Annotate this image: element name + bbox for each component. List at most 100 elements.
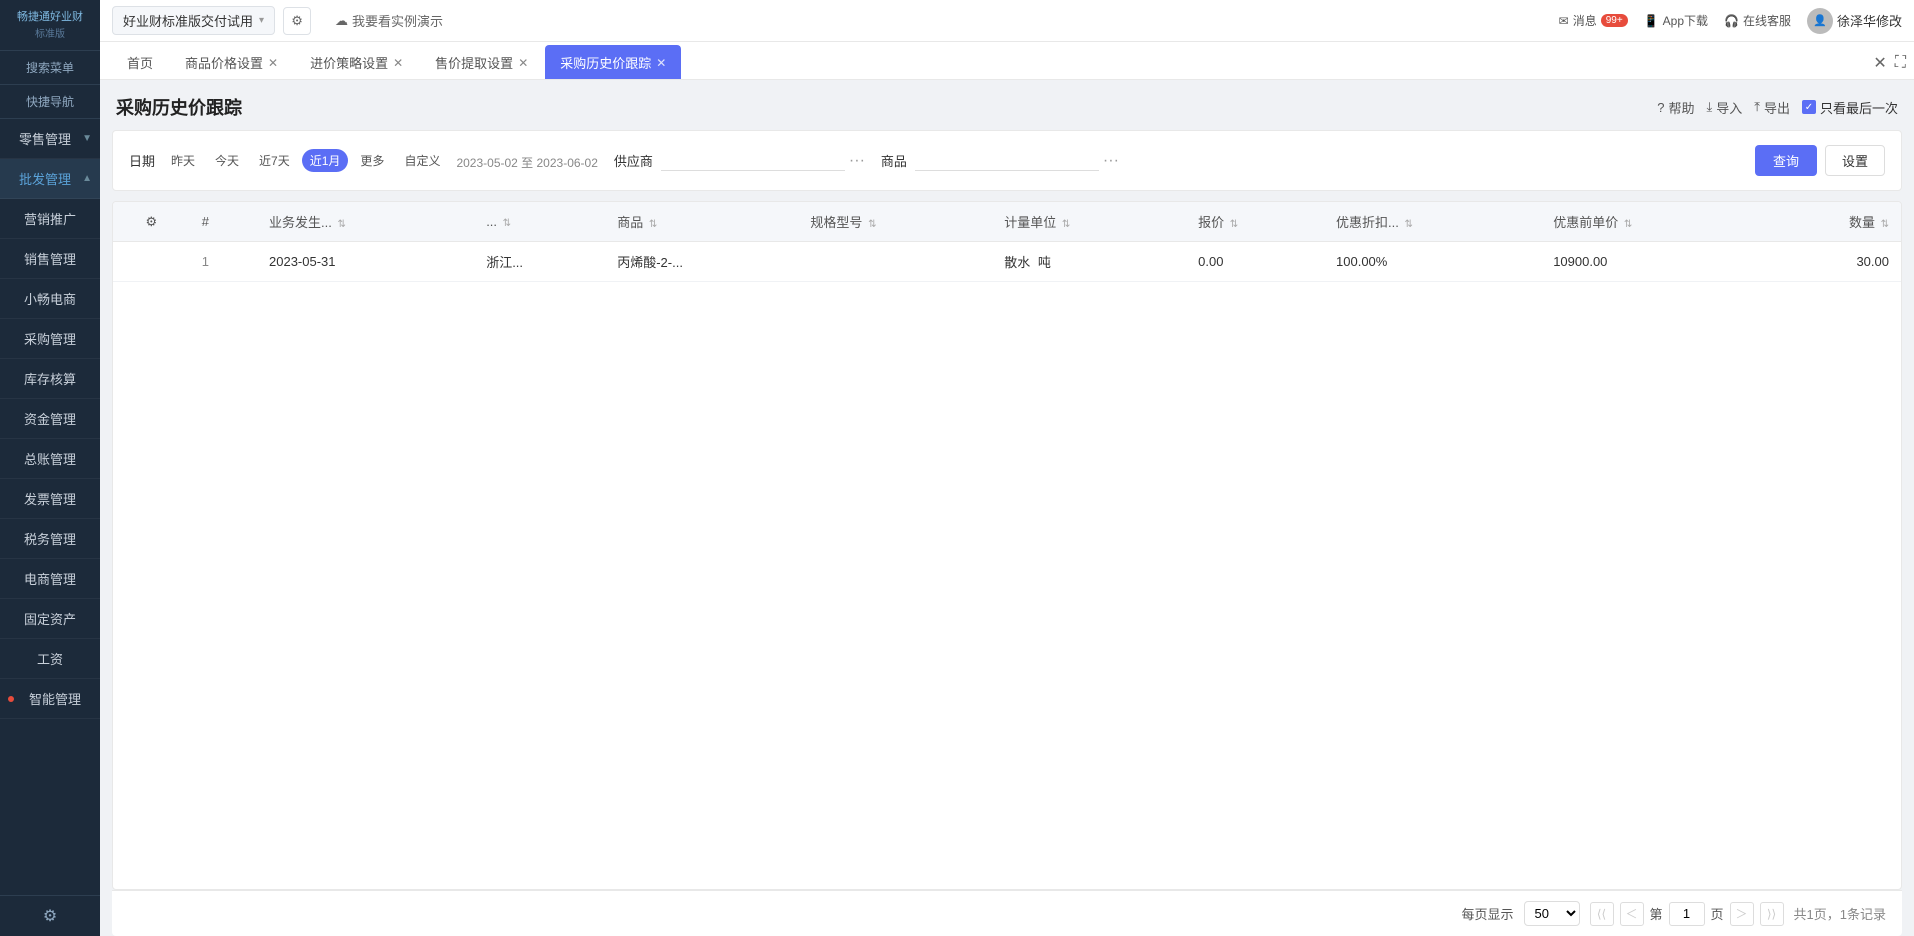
- col-pre-discount-price[interactable]: 优惠前单价 ⇅: [1541, 202, 1763, 242]
- sidebar-item-wholesale[interactable]: 批发管理 ▲: [0, 159, 100, 199]
- sidebar-item-invoice[interactable]: 发票管理: [0, 479, 100, 519]
- sidebar-item-retail[interactable]: 零售管理 ▼: [0, 119, 100, 159]
- supplier-input[interactable]: [661, 151, 845, 171]
- tab-product-price[interactable]: 商品价格设置 ✕: [170, 45, 293, 79]
- page-suffix-label: 页: [1711, 904, 1724, 923]
- per-page-select[interactable]: 50 100 200: [1524, 901, 1580, 926]
- settings-icon[interactable]: ⚙: [43, 906, 57, 926]
- online-service-btn[interactable]: 🎧 在线客服: [1724, 12, 1791, 29]
- demo-btn[interactable]: ☁ 我要看实例演示: [335, 11, 443, 30]
- supplier-label: 供应商: [614, 151, 653, 170]
- date-btn-last7[interactable]: 近7天: [251, 149, 298, 172]
- sidebar-item-smart[interactable]: 智能管理: [0, 679, 100, 719]
- per-page-label: 每页显示: [1461, 904, 1513, 923]
- sidebar-bottom: ⚙: [0, 895, 100, 936]
- settings-button[interactable]: 设置: [1825, 145, 1885, 176]
- date-buttons: 昨天 今天 近7天 近1月 更多 自定义: [163, 149, 448, 172]
- close-icon[interactable]: ✕: [656, 56, 666, 70]
- date-btn-last1m[interactable]: 近1月: [302, 149, 349, 172]
- col-biz-date[interactable]: 业务发生... ⇅: [257, 202, 474, 242]
- product-input-wrap: ···: [915, 151, 1119, 171]
- prev-page-btn[interactable]: ＜: [1620, 902, 1644, 926]
- product-more-icon[interactable]: ···: [1103, 152, 1119, 170]
- sidebar-item-marketing[interactable]: 营销推广: [0, 199, 100, 239]
- import-btn[interactable]: ⤓ 导入: [1706, 98, 1742, 117]
- col-settings[interactable]: ⚙: [113, 202, 190, 242]
- chevron-up-icon: ▲: [82, 173, 92, 184]
- sidebar-item-tax[interactable]: 税务管理: [0, 519, 100, 559]
- date-btn-custom[interactable]: 自定义: [396, 149, 448, 172]
- row-unit: 散水 吨: [992, 242, 1186, 282]
- col-quote[interactable]: 报价 ⇅: [1186, 202, 1324, 242]
- sort-icon: ⇅: [337, 219, 345, 230]
- tab-purchase-strategy[interactable]: 进价策略设置 ✕: [295, 45, 418, 79]
- chevron-down-icon: ▼: [82, 133, 92, 144]
- first-page-btn[interactable]: ⟨⟨: [1590, 902, 1614, 926]
- pagination-bar: 每页显示 50 100 200 ⟨⟨ ＜ 第 页 ＞ ⟩⟩ 共1页，1条记录: [112, 890, 1902, 936]
- row-spec: [798, 242, 992, 282]
- page-prefix-label: 第: [1650, 904, 1663, 923]
- topbar: 好业财标准版交付试用 ▾ ⚙ ☁ 我要看实例演示 ✉ 消息 99+ 📱 App下…: [100, 0, 1914, 42]
- gear-icon: ⚙: [291, 13, 303, 29]
- product-input[interactable]: [915, 151, 1099, 171]
- col-discount[interactable]: 优惠折扣... ⇅: [1324, 202, 1541, 242]
- user-info[interactable]: 👤 徐泽华修改: [1807, 8, 1902, 34]
- row-more: 浙江...: [474, 242, 605, 282]
- tab-sale-price[interactable]: 售价提取设置 ✕: [420, 45, 543, 79]
- query-button[interactable]: 查询: [1755, 145, 1817, 176]
- last-page-btn[interactable]: ⟩⟩: [1760, 902, 1784, 926]
- topbar-settings-btn[interactable]: ⚙: [283, 7, 311, 35]
- col-product[interactable]: 商品 ⇅: [605, 202, 798, 242]
- table-header-row: ⚙ # 业务发生... ⇅ ... ⇅ 商品 ⇅: [113, 202, 1901, 242]
- sort-icon: ⇅: [1230, 219, 1238, 230]
- tab-purchase-history[interactable]: 采购历史价跟踪 ✕: [545, 45, 681, 79]
- close-icon[interactable]: ✕: [518, 56, 528, 70]
- sidebar-item-assets[interactable]: 固定资产: [0, 599, 100, 639]
- quick-nav-btn[interactable]: 快捷导航: [0, 85, 100, 119]
- date-btn-more[interactable]: 更多: [352, 149, 392, 172]
- date-btn-today[interactable]: 今天: [207, 149, 247, 172]
- main-content: 好业财标准版交付试用 ▾ ⚙ ☁ 我要看实例演示 ✉ 消息 99+ 📱 App下…: [100, 0, 1914, 936]
- sort-icon: ⇅: [868, 219, 876, 230]
- sidebar-item-ecom-mini[interactable]: 小畅电商: [0, 279, 100, 319]
- supplier-more-icon[interactable]: ···: [849, 152, 865, 170]
- app-download-btn[interactable]: 📱 App下载: [1644, 12, 1708, 29]
- col-unit[interactable]: 计量单位 ⇅: [992, 202, 1186, 242]
- help-btn[interactable]: ? 帮助: [1657, 98, 1694, 117]
- row-biz-date: 2023-05-31: [257, 242, 474, 282]
- close-icon[interactable]: ✕: [393, 56, 403, 70]
- sidebar-item-inventory[interactable]: 库存核算: [0, 359, 100, 399]
- sidebar-item-sales[interactable]: 销售管理: [0, 239, 100, 279]
- version-selector[interactable]: 好业财标准版交付试用 ▾: [112, 6, 275, 35]
- date-range-text: 2023-05-02 至 2023-06-02: [456, 154, 597, 171]
- page-input[interactable]: [1669, 902, 1705, 926]
- tab-home[interactable]: 首页: [112, 45, 168, 79]
- sort-icon: ⇅: [1881, 219, 1889, 230]
- page-nav: ⟨⟨ ＜ 第 页 ＞ ⟩⟩: [1590, 902, 1784, 926]
- sidebar-item-ecom[interactable]: 电商管理: [0, 559, 100, 599]
- col-spec[interactable]: 规格型号 ⇅: [798, 202, 992, 242]
- only-last-checkbox[interactable]: ✓ 只看最后一次: [1802, 98, 1898, 117]
- chevron-down-icon: ▾: [259, 15, 264, 26]
- row-quantity: 30.00: [1763, 242, 1901, 282]
- search-menu-btn[interactable]: 搜索菜单: [0, 51, 100, 85]
- col-num: #: [190, 202, 257, 242]
- export-btn[interactable]: ⤒ 导出: [1754, 98, 1790, 117]
- col-more[interactable]: ... ⇅: [474, 202, 605, 242]
- sidebar-item-payroll[interactable]: 工资: [0, 639, 100, 679]
- close-icon[interactable]: ✕: [268, 56, 278, 70]
- close-tab-btn[interactable]: ✕: [1873, 53, 1886, 73]
- import-icon: ⤓: [1706, 99, 1712, 115]
- sidebar-item-purchase[interactable]: 采购管理: [0, 319, 100, 359]
- sidebar-item-finance[interactable]: 资金管理: [0, 399, 100, 439]
- messages-btn[interactable]: ✉ 消息 99+: [1559, 12, 1628, 29]
- col-quantity[interactable]: 数量 ⇅: [1763, 202, 1901, 242]
- next-page-btn[interactable]: ＞: [1730, 902, 1754, 926]
- cloud-icon: ☁: [335, 13, 348, 29]
- date-btn-yesterday[interactable]: 昨天: [163, 149, 203, 172]
- maximize-tab-btn[interactable]: ⛶: [1895, 54, 1906, 72]
- row-settings: [113, 242, 190, 282]
- messages-badge: 99+: [1601, 14, 1628, 27]
- filter-actions: 查询 设置: [1755, 145, 1885, 176]
- sidebar-item-gl[interactable]: 总账管理: [0, 439, 100, 479]
